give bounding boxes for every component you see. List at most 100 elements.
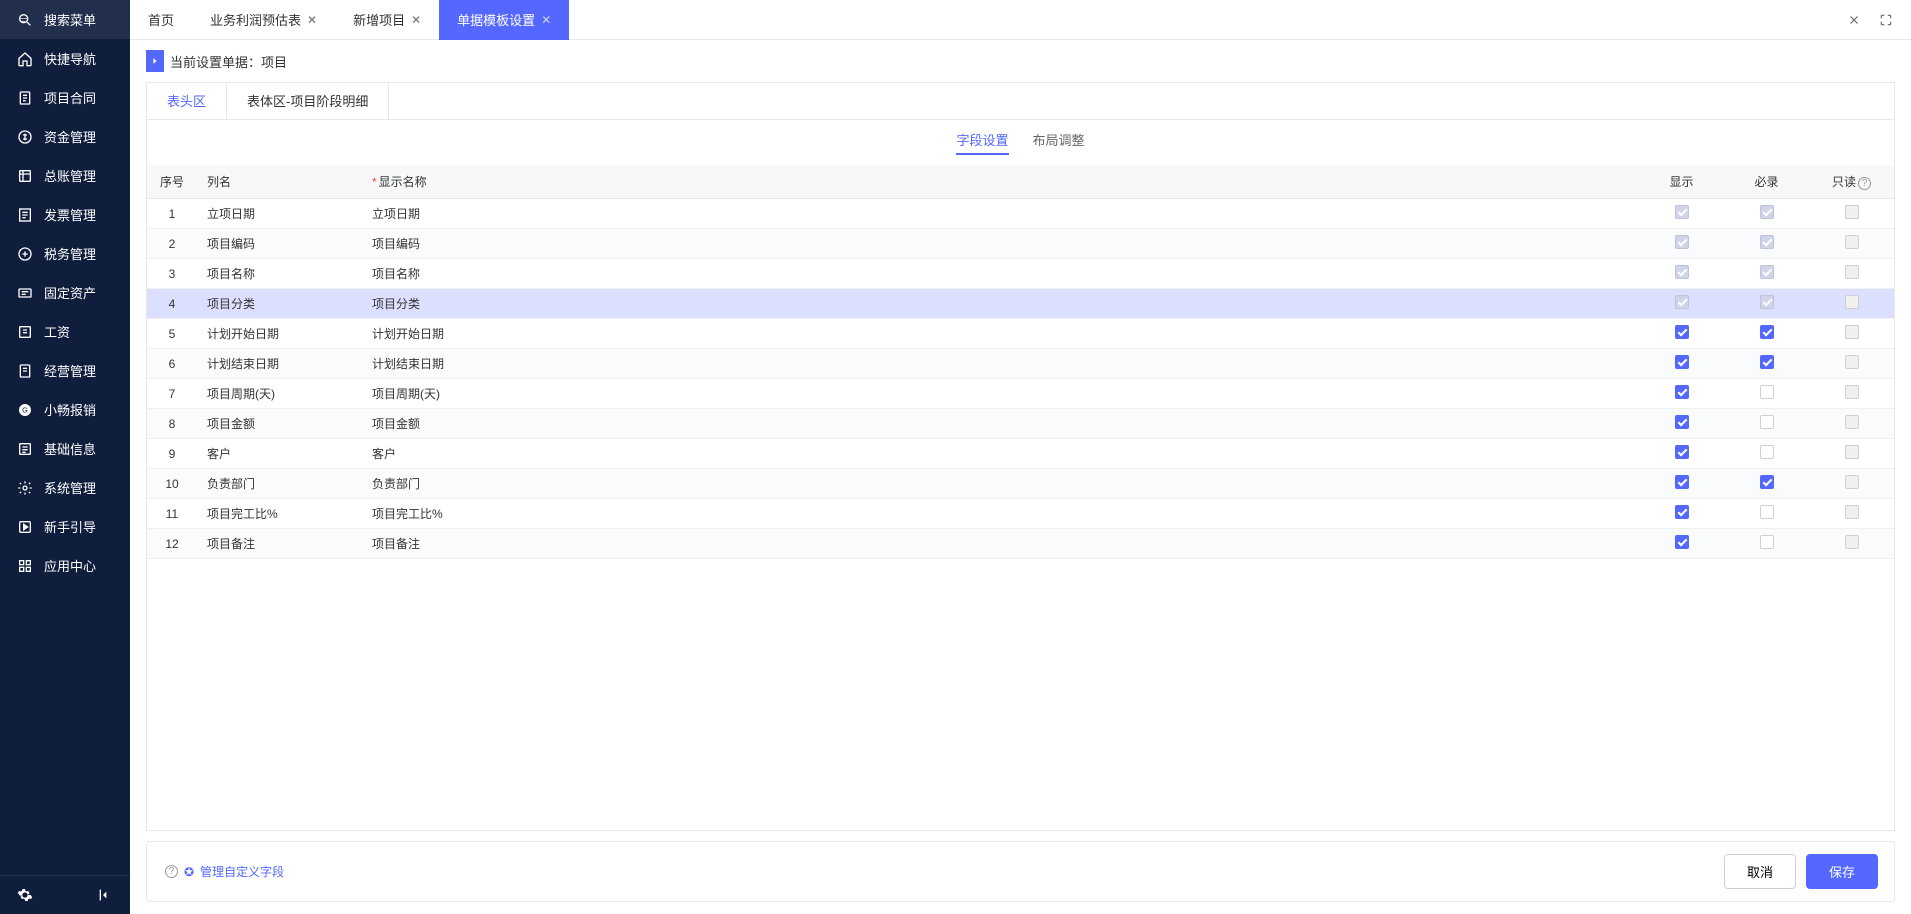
- table-row[interactable]: 5计划开始日期计划开始日期: [147, 319, 1894, 349]
- sub-tab[interactable]: 字段设置: [956, 130, 1008, 155]
- sub-tab[interactable]: 布局调整: [1033, 130, 1085, 155]
- table-row[interactable]: 11项目完工比%项目完工比%: [147, 499, 1894, 529]
- checkbox-show[interactable]: [1675, 505, 1689, 519]
- tax-icon: [16, 245, 34, 263]
- checkbox-show[interactable]: [1675, 445, 1689, 459]
- manage-custom-fields-link[interactable]: 管理自定义字段: [200, 863, 284, 880]
- cell-display[interactable]: 项目完工比%: [362, 499, 1639, 529]
- cell-display[interactable]: 项目金额: [362, 409, 1639, 439]
- cell-display[interactable]: 项目分类: [362, 289, 1639, 319]
- table-row[interactable]: 7项目周期(天)项目周期(天): [147, 379, 1894, 409]
- cell-display[interactable]: 立项日期: [362, 199, 1639, 229]
- table-row[interactable]: 12项目备注项目备注: [147, 529, 1894, 559]
- checkbox-required[interactable]: [1760, 325, 1774, 339]
- checkbox-required[interactable]: [1760, 505, 1774, 519]
- info-chevron-icon[interactable]: [146, 50, 164, 72]
- info-label: 当前设置单据：: [170, 55, 261, 70]
- sidebar-item-label: 系统管理: [44, 478, 96, 497]
- tab-label: 业务利润预估表: [210, 10, 301, 29]
- checkbox-readonly: [1845, 205, 1859, 219]
- sidebar-item-business[interactable]: 经营管理: [0, 351, 130, 390]
- tab-单据模板设置[interactable]: 单据模板设置✕: [439, 0, 569, 40]
- sidebar-item-appcenter[interactable]: 应用中心: [0, 546, 130, 585]
- table-row[interactable]: 6计划结束日期计划结束日期: [147, 349, 1894, 379]
- sidebar-item-fund[interactable]: 资金管理: [0, 117, 130, 156]
- checkbox-required[interactable]: [1760, 445, 1774, 459]
- checkbox-readonly: [1845, 535, 1859, 549]
- sidebar-item-info[interactable]: 基础信息: [0, 429, 130, 468]
- checkbox-required[interactable]: [1760, 385, 1774, 399]
- collapse-sidebar-icon[interactable]: [94, 884, 116, 906]
- table-row[interactable]: 10负责部门负责部门: [147, 469, 1894, 499]
- tab-业务利润预估表[interactable]: 业务利润预估表 ✕: [192, 0, 335, 40]
- checkbox-required[interactable]: [1760, 415, 1774, 429]
- checkbox-show[interactable]: [1675, 385, 1689, 399]
- checkbox-required[interactable]: [1760, 535, 1774, 549]
- info-icon: [16, 440, 34, 458]
- checkbox-readonly: [1845, 475, 1859, 489]
- close-all-tabs-icon[interactable]: [1843, 9, 1865, 31]
- save-button[interactable]: 保存: [1806, 854, 1878, 889]
- sidebar-item-salary[interactable]: 工资: [0, 312, 130, 351]
- cell-display[interactable]: 项目编码: [362, 229, 1639, 259]
- tab-新增项目[interactable]: 新增项目✕: [335, 0, 439, 40]
- table-row[interactable]: 8项目金额项目金额: [147, 409, 1894, 439]
- sidebar-item-label: 小畅报销: [44, 400, 96, 419]
- cell-idx: 6: [147, 349, 197, 379]
- info-bar: 当前设置单据：项目: [146, 50, 1895, 72]
- cell-col: 项目编码: [197, 229, 362, 259]
- sidebar-item-system[interactable]: 系统管理: [0, 468, 130, 507]
- help-icon[interactable]: ?: [1858, 177, 1871, 190]
- sidebar-item-contract[interactable]: 项目合同: [0, 78, 130, 117]
- sidebar-item-label: 快捷导航: [44, 49, 96, 68]
- cell-idx: 8: [147, 409, 197, 439]
- area-tab[interactable]: 表头区: [147, 83, 227, 120]
- cell-display[interactable]: 计划开始日期: [362, 319, 1639, 349]
- fund-icon: [16, 128, 34, 146]
- cell-display[interactable]: 项目周期(天): [362, 379, 1639, 409]
- cell-col: 项目备注: [197, 529, 362, 559]
- footer-bar: ? ✪ 管理自定义字段 取消 保存: [146, 841, 1895, 902]
- table-row[interactable]: 2项目编码项目编码: [147, 229, 1894, 259]
- table-row[interactable]: 4项目分类项目分类: [147, 289, 1894, 319]
- close-icon[interactable]: ✕: [307, 13, 317, 27]
- area-tab[interactable]: 表体区-项目阶段明细: [227, 83, 389, 119]
- sidebar-item-tax[interactable]: 税务管理: [0, 234, 130, 273]
- checkbox-readonly: [1845, 415, 1859, 429]
- settings-icon[interactable]: [14, 884, 36, 906]
- footer-help-icon[interactable]: ?: [165, 865, 178, 878]
- cancel-button[interactable]: 取消: [1724, 854, 1796, 889]
- table-row[interactable]: 1立项日期立项日期: [147, 199, 1894, 229]
- cell-display[interactable]: 客户: [362, 439, 1639, 469]
- checkbox-show[interactable]: [1675, 535, 1689, 549]
- sidebar-item-guide[interactable]: 新手引导: [0, 507, 130, 546]
- table-row[interactable]: 9客户客户: [147, 439, 1894, 469]
- sidebar-item-search[interactable]: 搜索菜单: [0, 0, 130, 39]
- close-icon[interactable]: ✕: [541, 13, 551, 27]
- sidebar-item-label: 工资: [44, 322, 70, 341]
- cell-col: 项目完工比%: [197, 499, 362, 529]
- sidebar-item-ledger[interactable]: 总账管理: [0, 156, 130, 195]
- sidebar-item-invoice[interactable]: 发票管理: [0, 195, 130, 234]
- cell-col: 计划开始日期: [197, 319, 362, 349]
- contract-icon: [16, 89, 34, 107]
- tab-首页[interactable]: 首页: [130, 0, 192, 40]
- cell-display[interactable]: 负责部门: [362, 469, 1639, 499]
- sidebar-item-home[interactable]: 快捷导航: [0, 39, 130, 78]
- sidebar-item-asset[interactable]: 固定资产: [0, 273, 130, 312]
- table-row[interactable]: 3项目名称项目名称: [147, 259, 1894, 289]
- cell-display[interactable]: 项目名称: [362, 259, 1639, 289]
- checkbox-show[interactable]: [1675, 325, 1689, 339]
- checkbox-show[interactable]: [1675, 475, 1689, 489]
- cell-display[interactable]: 计划结束日期: [362, 349, 1639, 379]
- close-icon[interactable]: ✕: [411, 13, 421, 27]
- sidebar-item-label: 应用中心: [44, 556, 96, 575]
- sidebar-item-reimburse[interactable]: G小畅报销: [0, 390, 130, 429]
- checkbox-show[interactable]: [1675, 355, 1689, 369]
- fullscreen-icon[interactable]: [1875, 9, 1897, 31]
- checkbox-required[interactable]: [1760, 355, 1774, 369]
- appcenter-icon: [16, 557, 34, 575]
- checkbox-required[interactable]: [1760, 475, 1774, 489]
- cell-display[interactable]: 项目备注: [362, 529, 1639, 559]
- checkbox-show[interactable]: [1675, 415, 1689, 429]
